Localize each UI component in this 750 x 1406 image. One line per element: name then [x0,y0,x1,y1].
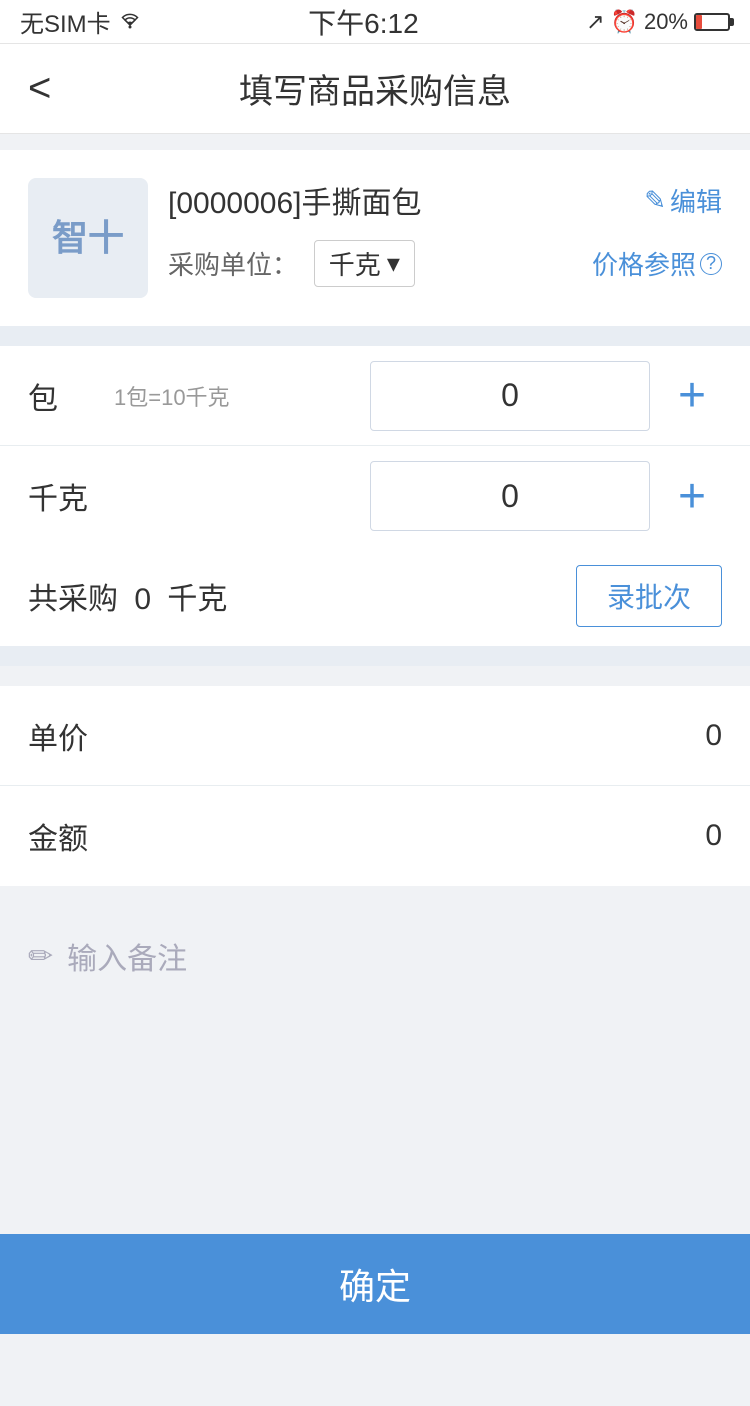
product-info: [0000006]手撕面包 ✎ 编辑 采购单位： 千克 ▾ 价格参照 ? [168,178,722,287]
battery-percent: 20% [644,9,688,35]
nav-bar: < 填写商品采购信息 [0,44,750,134]
product-header: [0000006]手撕面包 ✎ 编辑 [168,178,722,222]
kg-input[interactable] [370,461,650,531]
question-icon: ? [700,253,722,275]
unit-price-row: 单价 0 [0,686,750,786]
bao-label: 包 [28,374,108,418]
price-ref-label: 价格参照 [592,245,696,282]
product-card: 智十 [0000006]手撕面包 ✎ 编辑 采购单位： 千克 ▾ 价格参照 ? [0,150,750,326]
status-bar: 无SIM卡 下午6:12 ↗ ⏰ 20% [0,0,750,44]
product-name: [0000006]手撕面包 [168,178,421,222]
summary-quantity: 0 [134,583,151,616]
pencil-icon: ✏ [28,939,53,974]
batch-button[interactable]: 录批次 [576,565,722,627]
price-ref-button[interactable]: 价格参照 ? [592,245,722,282]
kg-label: 千克 [28,474,108,518]
summary-unit: 千克 [167,583,227,616]
amount-value: 0 [705,819,722,853]
edit-button[interactable]: ✎ 编辑 [644,182,722,219]
status-left: 无SIM卡 [20,4,141,39]
battery-icon [694,13,730,31]
back-button[interactable]: < [28,66,51,111]
wifi-icon [119,8,141,36]
bao-plus-button[interactable]: + [662,361,722,431]
unit-value: 千克 [329,245,381,282]
unit-selector-group: 采购单位： 千克 ▾ [168,240,415,287]
carrier-label: 无SIM卡 [20,4,111,39]
amount-row: 金额 0 [0,786,750,886]
quantity-input-section: 包 1包=10千克 + 千克 + [0,346,750,546]
section-divider-1 [0,326,750,346]
kg-plus-button[interactable]: + [662,461,722,531]
bao-control: + [230,361,722,431]
kg-control: + [108,461,722,531]
note-section[interactable]: ✏ 输入备注 [0,906,750,1006]
unit-price-value: 0 [705,719,722,753]
product-thumb-text: 智十 [52,216,124,259]
page-title: 填写商品采购信息 [239,64,511,113]
location-icon: ↗ [586,9,604,35]
alarm-icon: ⏰ [611,9,638,35]
confirm-button[interactable]: 确定 [339,1258,411,1310]
status-right: ↗ ⏰ 20% [586,9,730,35]
product-unit-row: 采购单位： 千克 ▾ 价格参照 ? [168,240,722,287]
product-thumbnail: 智十 [28,178,148,298]
unit-price-label: 单价 [28,714,88,758]
amount-label: 金额 [28,814,88,858]
section-divider-2 [0,646,750,666]
bao-input-row: 包 1包=10千克 + [0,346,750,446]
confirm-section[interactable]: 确定 [0,1234,750,1334]
note-placeholder: 输入备注 [67,934,187,978]
unit-prefix-label: 采购单位： [168,250,298,280]
bao-input[interactable] [370,361,650,431]
unit-select-dropdown[interactable]: 千克 ▾ [314,240,415,287]
summary-prefix: 共采购 [28,583,118,616]
edit-label: 编辑 [670,182,722,219]
price-section: 单价 0 金额 0 [0,686,750,886]
edit-icon: ✎ [644,185,666,216]
summary-row: 共采购 0 千克 录批次 [0,546,750,646]
kg-input-row: 千克 + [0,446,750,546]
bao-sub-label: 1包=10千克 [114,380,230,412]
content-area [0,1006,750,1406]
status-time: 下午6:12 [308,2,419,42]
summary-text: 共采购 0 千克 [28,574,227,618]
dropdown-arrow: ▾ [387,248,400,279]
